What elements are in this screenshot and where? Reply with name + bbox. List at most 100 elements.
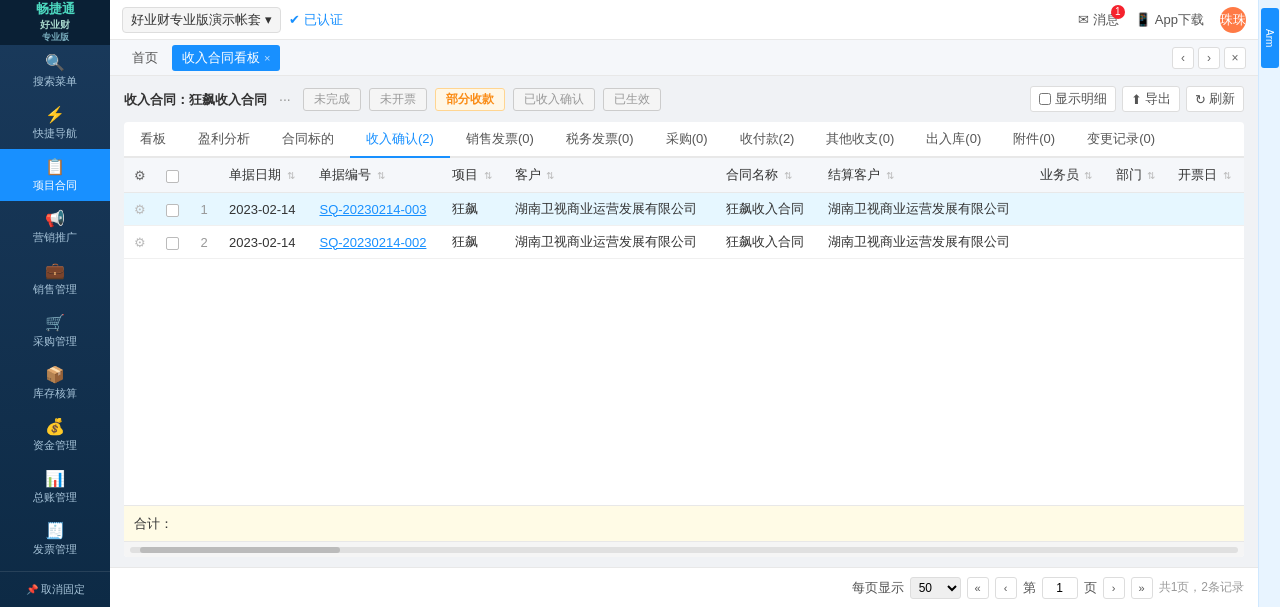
sidebar-item-10[interactable]: 🏛税务管理 — [0, 565, 110, 571]
next-tab-button[interactable]: › — [1198, 47, 1220, 69]
export-button[interactable]: ⬆ 导出 — [1122, 86, 1180, 112]
row-gear-icon-0[interactable]: ⚙ — [134, 202, 146, 217]
sidebar-item-2[interactable]: 📋项目合同 — [0, 149, 110, 201]
th-salesperson[interactable]: 业务员 ⇅ — [1030, 158, 1106, 193]
last-page-button[interactable]: » — [1131, 577, 1153, 599]
right-panel-button[interactable]: Arm — [1261, 8, 1279, 68]
sidebar-label-0: 搜索菜单 — [33, 74, 77, 89]
prev-tab-button[interactable]: ‹ — [1172, 47, 1194, 69]
detail-tab-5[interactable]: 税务发票(0) — [550, 122, 650, 158]
tab-home[interactable]: 首页 — [122, 45, 168, 71]
sidebar-item-5[interactable]: 🛒 采购管理 — [0, 305, 110, 357]
sidebar-item-8[interactable]: 📊总账管理 — [0, 461, 110, 513]
detail-tab-4[interactable]: 销售发票(0) — [450, 122, 550, 158]
sidebar-footer[interactable]: 📌 取消固定 — [0, 571, 110, 607]
row-code-link-1[interactable]: SQ-20230214-002 — [319, 235, 426, 250]
app-download-button[interactable]: 📱 App下载 — [1135, 11, 1204, 29]
sort-settle-icon: ⇅ — [886, 170, 894, 181]
detail-checkbox-input[interactable] — [1039, 93, 1051, 105]
detail-tab-7[interactable]: 收付款(2) — [724, 122, 811, 158]
th-date[interactable]: 单据日期 ⇅ — [219, 158, 309, 193]
more-options-icon[interactable]: ··· — [275, 91, 295, 107]
status-effective[interactable]: 已生效 — [603, 88, 661, 111]
row-check-1[interactable] — [156, 226, 189, 259]
scroll-track[interactable] — [130, 547, 1238, 553]
th-contract-name[interactable]: 合同名称 ⇅ — [716, 158, 819, 193]
table-wrap[interactable]: ⚙ 单据日期 ⇅ 单据编号 ⇅ 项目 ⇅ 客户 ⇅ 合同名称 ⇅ 结算客户 ⇅ … — [124, 158, 1244, 505]
per-page-select[interactable]: 50 100 — [910, 577, 961, 599]
page-number-input[interactable] — [1042, 577, 1078, 599]
th-dept[interactable]: 部门 ⇅ — [1106, 158, 1168, 193]
sidebar-item-9[interactable]: 🧾发票管理 — [0, 513, 110, 565]
row-contract-1: 狂飙收入合同 — [716, 226, 819, 259]
row-code-1[interactable]: SQ-20230214-002 — [309, 226, 442, 259]
status-no-invoice[interactable]: 未开票 — [369, 88, 427, 111]
sidebar-label-5: 采购管理 — [33, 334, 77, 349]
detail-tab-0[interactable]: 看板 — [124, 122, 182, 158]
table-area: ⚙ 单据日期 ⇅ 单据编号 ⇅ 项目 ⇅ 客户 ⇅ 合同名称 ⇅ 结算客户 ⇅ … — [124, 158, 1244, 557]
logo: 畅捷通 好业财 专业版 — [0, 0, 110, 45]
chevron-down-icon: ▾ — [265, 12, 272, 27]
detail-tab-8[interactable]: 其他收支(0) — [810, 122, 910, 158]
detail-tab-1[interactable]: 盈利分析 — [182, 122, 266, 158]
detail-tab-6[interactable]: 采购(0) — [650, 122, 724, 158]
sidebar-item-6[interactable]: 📦库存核算 — [0, 357, 110, 409]
summary-row: 合计： — [124, 505, 1244, 541]
avatar[interactable]: 珠珠 — [1220, 7, 1246, 33]
message-badge: 1 — [1111, 5, 1125, 19]
right-panel: Arm — [1258, 0, 1280, 607]
sidebar-icon-5: 🛒 — [45, 313, 65, 332]
row-code-link-0[interactable]: SQ-20230214-003 — [319, 202, 426, 217]
scroll-thumb[interactable] — [140, 547, 340, 553]
detail-tab-9[interactable]: 出入库(0) — [910, 122, 997, 158]
first-page-button[interactable]: « — [967, 577, 989, 599]
horizontal-scrollbar[interactable] — [124, 541, 1244, 557]
status-confirmed[interactable]: 已收入确认 — [513, 88, 595, 111]
th-settings[interactable]: ⚙ — [124, 158, 156, 193]
sidebar-item-7[interactable]: 💰资金管理 — [0, 409, 110, 461]
table-row[interactable]: ⚙ 2 2023-02-14 SQ-20230214-002 狂飙 湖南卫视商业… — [124, 226, 1244, 259]
close-tab-icon[interactable]: × — [264, 52, 270, 64]
th-checkbox[interactable] — [156, 158, 189, 193]
select-all-checkbox[interactable] — [166, 170, 179, 183]
gear-icon[interactable]: ⚙ — [134, 168, 146, 183]
status-partial-collect[interactable]: 部分收款 — [435, 88, 505, 111]
th-settle-customer[interactable]: 结算客户 ⇅ — [818, 158, 1029, 193]
detail-tab-10[interactable]: 附件(0) — [997, 122, 1071, 158]
unpin-button[interactable]: 📌 取消固定 — [6, 578, 104, 601]
sidebar-item-4[interactable]: 💼销售管理 — [0, 253, 110, 305]
sort-project-icon: ⇅ — [484, 170, 492, 181]
message-button[interactable]: ✉ 1 消息 — [1078, 11, 1119, 29]
detail-tab-11[interactable]: 变更记录(0) — [1071, 122, 1171, 158]
sidebar-item-0[interactable]: 🔍搜索菜单 — [0, 45, 110, 97]
table-row[interactable]: ⚙ 1 2023-02-14 SQ-20230214-003 狂飙 湖南卫视商业… — [124, 193, 1244, 226]
th-code[interactable]: 单据编号 ⇅ — [309, 158, 442, 193]
sidebar-item-1[interactable]: ⚡快捷导航 — [0, 97, 110, 149]
prev-page-button[interactable]: ‹ — [995, 577, 1017, 599]
sidebar-icon-3: 📢 — [45, 209, 65, 228]
row-checkbox-1[interactable] — [166, 237, 179, 250]
status-incomplete[interactable]: 未完成 — [303, 88, 361, 111]
show-detail-checkbox[interactable]: 显示明细 — [1030, 86, 1116, 112]
row-code-0[interactable]: SQ-20230214-003 — [309, 193, 442, 226]
next-page-button[interactable]: › — [1103, 577, 1125, 599]
row-gear-icon-1[interactable]: ⚙ — [134, 235, 146, 250]
detail-tab-3[interactable]: 收入确认(2) — [350, 122, 450, 158]
th-customer[interactable]: 客户 ⇅ — [505, 158, 716, 193]
th-open-date[interactable]: 开票日 ⇅ — [1168, 158, 1244, 193]
row-sales-0 — [1030, 193, 1106, 226]
row-checkbox-0[interactable] — [166, 204, 179, 217]
sidebar-item-3[interactable]: 📢营销推广 — [0, 201, 110, 253]
export-icon: ⬆ — [1131, 92, 1142, 107]
table-header-row: ⚙ 单据日期 ⇅ 单据编号 ⇅ 项目 ⇅ 客户 ⇅ 合同名称 ⇅ 结算客户 ⇅ … — [124, 158, 1244, 193]
detail-tab-2[interactable]: 合同标的 — [266, 122, 350, 158]
th-project[interactable]: 项目 ⇅ — [442, 158, 504, 193]
close-all-tabs-button[interactable]: × — [1224, 47, 1246, 69]
tab-contract-board[interactable]: 收入合同看板 × — [172, 45, 280, 71]
row-gear-1[interactable]: ⚙ — [124, 226, 156, 259]
row-check-0[interactable] — [156, 193, 189, 226]
company-selector[interactable]: 好业财专业版演示帐套 ▾ — [122, 7, 281, 33]
row-gear-0[interactable]: ⚙ — [124, 193, 156, 226]
th-num — [189, 158, 219, 193]
refresh-button[interactable]: ↻ 刷新 — [1186, 86, 1244, 112]
